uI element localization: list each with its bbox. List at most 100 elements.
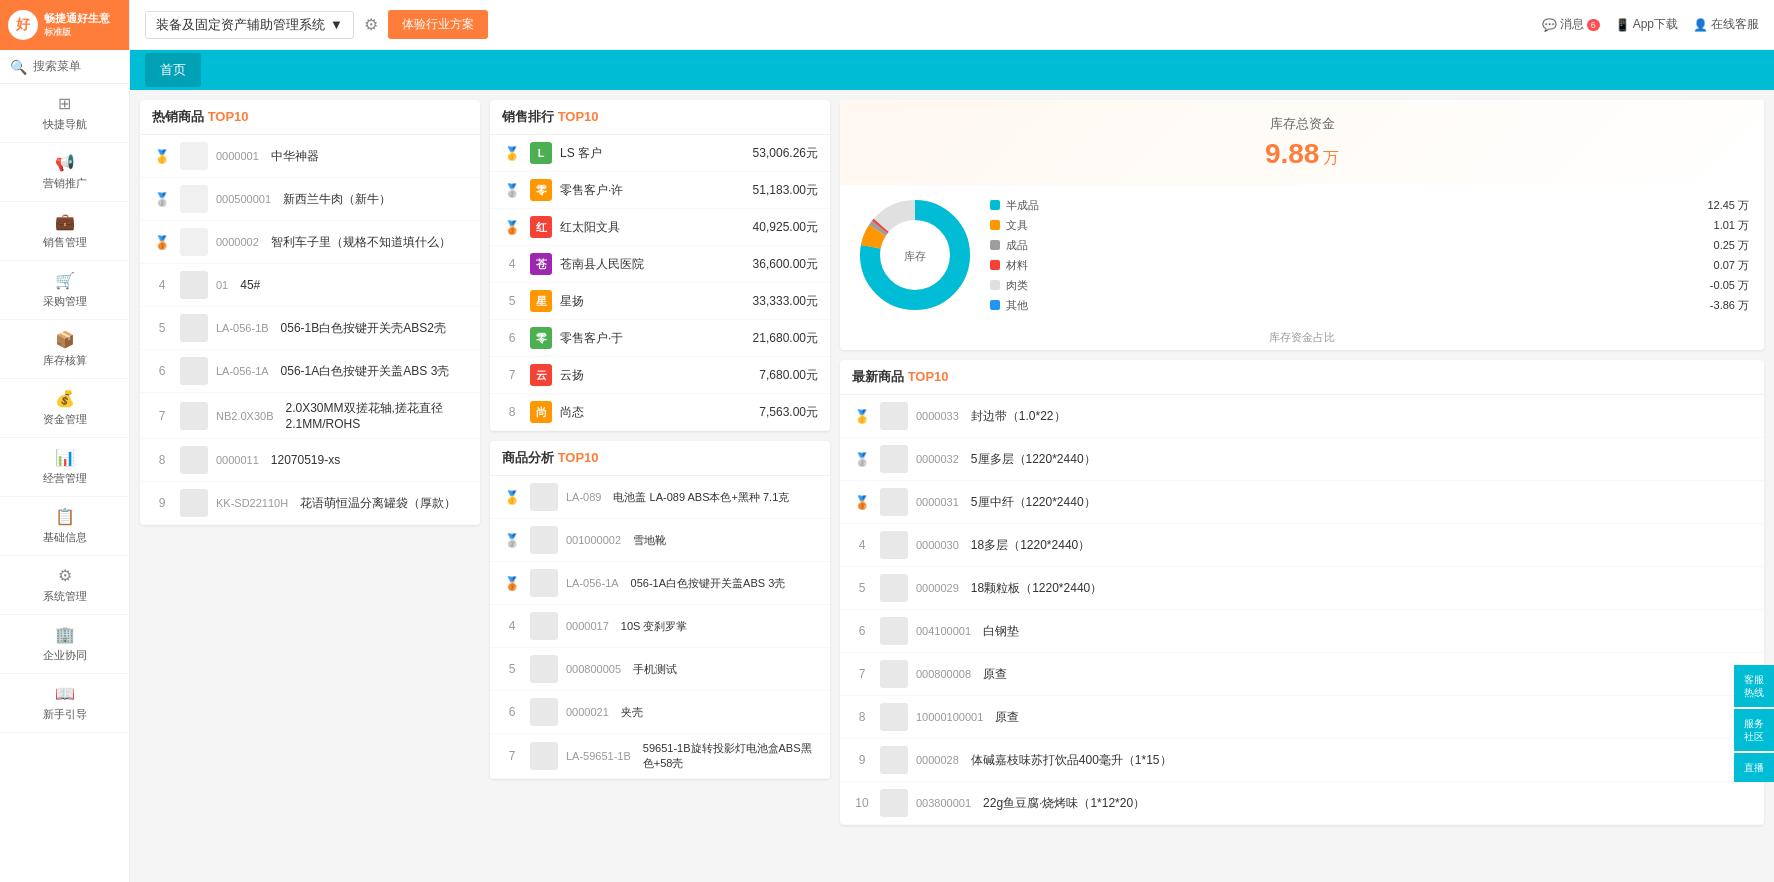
- sidebar-item-base[interactable]: 📋 基础信息: [0, 497, 129, 556]
- left-column: 热销商品 TOP10 🥇 0000001 中华神器 🥈 000500001 新西…: [140, 100, 480, 872]
- guide-icon: 📖: [55, 684, 75, 703]
- float-btn-live[interactable]: 直播: [1734, 753, 1774, 782]
- mid-column: 销售排行 TOP10 🥇 L LS 客户 53,006.26元 🥈 零 零售客户…: [490, 100, 830, 872]
- customer-value: 33,333.00元: [753, 293, 818, 310]
- product-code: LA-089: [566, 491, 601, 503]
- product-thumbnail: [530, 655, 558, 683]
- topbar-right: 💬 消息 6 📱 App下载 👤 在线客服: [1542, 16, 1759, 33]
- app-label: App下载: [1633, 16, 1678, 33]
- sold-products-title: 商品分析 TOP10: [502, 449, 599, 467]
- customer-value: 36,600.00元: [753, 256, 818, 273]
- legend-dot: [990, 300, 1000, 310]
- hot-product-item: 🥈 000500001 新西兰牛肉（新牛）: [140, 178, 480, 221]
- float-buttons: 客服热线 服务社区 直播: [1734, 665, 1774, 782]
- rank-number: 8: [502, 405, 522, 419]
- rank-number: 7: [152, 409, 172, 423]
- sidebar-nav: ⊞ 快捷导航 📢 营销推广 💼 销售管理 🛒 采购管理 📦 库存核算 💰 资金管…: [0, 84, 129, 882]
- product-thumbnail: [880, 531, 908, 559]
- legend-value: -0.05 万: [1710, 278, 1749, 293]
- sidebar-item-finance[interactable]: 💰 资金管理: [0, 379, 129, 438]
- product-thumbnail: [880, 574, 908, 602]
- legend-label: 材料: [1006, 258, 1708, 273]
- sidebar-item-system[interactable]: ⚙ 系统管理: [0, 556, 129, 615]
- customer-value: 53,006.26元: [753, 145, 818, 162]
- sold-product-item: 5 000800005 手机测试: [490, 648, 830, 691]
- sold-products-header: 商品分析 TOP10: [490, 441, 830, 476]
- customer-name: 星扬: [560, 293, 745, 310]
- sidebar-item-quick-nav[interactable]: ⊞ 快捷导航: [0, 84, 129, 143]
- product-code: 0000002: [216, 236, 259, 248]
- customer-name: 零售客户·于: [560, 330, 745, 347]
- product-code: 000500001: [216, 193, 271, 205]
- customer-avatar: 星: [530, 290, 552, 312]
- gear-icon[interactable]: ⚙: [364, 15, 378, 34]
- sidebar-item-marketing[interactable]: 📢 营销推广: [0, 143, 129, 202]
- product-thumbnail: [880, 703, 908, 731]
- customer-value: 21,680.00元: [753, 330, 818, 347]
- medal-icon: 🥉: [502, 576, 522, 591]
- home-tab[interactable]: 首页: [145, 53, 201, 87]
- new-products-header: 最新商品 TOP10: [840, 360, 1764, 395]
- product-code: 0000021: [566, 706, 609, 718]
- legend-value: 0.07 万: [1714, 258, 1749, 273]
- sidebar-item-guide[interactable]: 📖 新手引导: [0, 674, 129, 733]
- legend-item: 半成品 12.45 万: [990, 198, 1749, 213]
- chart-footer: 库存资金占比: [840, 325, 1764, 350]
- sidebar-item-operation[interactable]: 📊 经营管理: [0, 438, 129, 497]
- legend-dot: [990, 280, 1000, 290]
- product-code: 000800008: [916, 668, 971, 680]
- rank-number: 7: [502, 749, 522, 763]
- product-code: LA-056-1B: [216, 322, 269, 334]
- base-label: 基础信息: [43, 530, 87, 545]
- sidebar-item-inventory[interactable]: 📦 库存核算: [0, 320, 129, 379]
- app-download-item[interactable]: 📱 App下载: [1615, 16, 1678, 33]
- customer-name: 零售客户·许: [560, 182, 745, 199]
- customer-avatar: 云: [530, 364, 552, 386]
- sidebar-item-company[interactable]: 🏢 企业协同: [0, 615, 129, 674]
- sidebar-item-purchase[interactable]: 🛒 采购管理: [0, 261, 129, 320]
- purchase-icon: 🛒: [55, 271, 75, 290]
- sub-nav: 首页: [130, 50, 1774, 90]
- legend-item: 成品 0.25 万: [990, 238, 1749, 253]
- product-name: 智利车子里（规格不知道填什么）: [271, 234, 468, 251]
- message-label: 消息: [1560, 16, 1584, 33]
- customer-value: 40,925.00元: [753, 219, 818, 236]
- customer-avatar: 零: [530, 327, 552, 349]
- donut-chart: 库存: [855, 195, 975, 315]
- new-product-item: 4 0000030 18多层（1220*2440）: [840, 524, 1764, 567]
- product-name: 夹壳: [621, 705, 818, 720]
- customers-list: 🥇 L LS 客户 53,006.26元 🥈 零 零售客户·许 51,183.0…: [490, 135, 830, 431]
- legend-dot: [990, 260, 1000, 270]
- float-btn-community[interactable]: 服务社区: [1734, 709, 1774, 751]
- dropdown-icon[interactable]: ▼: [330, 17, 343, 32]
- rank-number: 4: [502, 257, 522, 271]
- message-item[interactable]: 💬 消息 6: [1542, 16, 1600, 33]
- sidebar-logo: 好 畅捷通好生意 标准版: [0, 0, 129, 50]
- float-btn-service[interactable]: 客服热线: [1734, 665, 1774, 707]
- product-code: 0000032: [916, 453, 959, 465]
- right-column: 库存总资金 9.88 万: [840, 100, 1764, 872]
- product-code: 0000011: [216, 454, 259, 466]
- product-thumbnail: [180, 185, 208, 213]
- product-name: 45#: [240, 278, 468, 292]
- hot-product-item: 5 LA-056-1B 056-1B白色按键开关壳ABS2壳: [140, 307, 480, 350]
- hot-product-item: 🥉 0000002 智利车子里（规格不知道填什么）: [140, 221, 480, 264]
- inventory-legend: 半成品 12.45 万 文具 1.01 万 成品 0.25 万 材料 0.07 …: [990, 198, 1749, 313]
- product-code: 0000030: [916, 539, 959, 551]
- sidebar-search[interactable]: 🔍 搜索菜单: [0, 50, 129, 84]
- product-thumbnail: [880, 746, 908, 774]
- finance-label: 资金管理: [43, 412, 87, 427]
- inventory-icon: 📦: [55, 330, 75, 349]
- service-item[interactable]: 👤 在线客服: [1693, 16, 1759, 33]
- hot-product-item: 6 LA-056-1A 056-1A白色按键开关盖ABS 3壳: [140, 350, 480, 393]
- base-icon: 📋: [55, 507, 75, 526]
- rank-number: 5: [152, 321, 172, 335]
- sidebar-item-sales[interactable]: 💼 销售管理: [0, 202, 129, 261]
- trial-button[interactable]: 体验行业方案: [388, 10, 488, 39]
- product-code: NB2.0X30B: [216, 410, 273, 422]
- quick-nav-icon: ⊞: [58, 94, 71, 113]
- new-product-item: 9 0000028 体碱嘉枝味苏打饮品400毫升（1*15）: [840, 739, 1764, 782]
- inventory-unit: 万: [1323, 149, 1339, 166]
- medal-icon: 🥇: [152, 149, 172, 164]
- product-name: 056-1A白色按键开关盖ABS 3壳: [631, 576, 818, 591]
